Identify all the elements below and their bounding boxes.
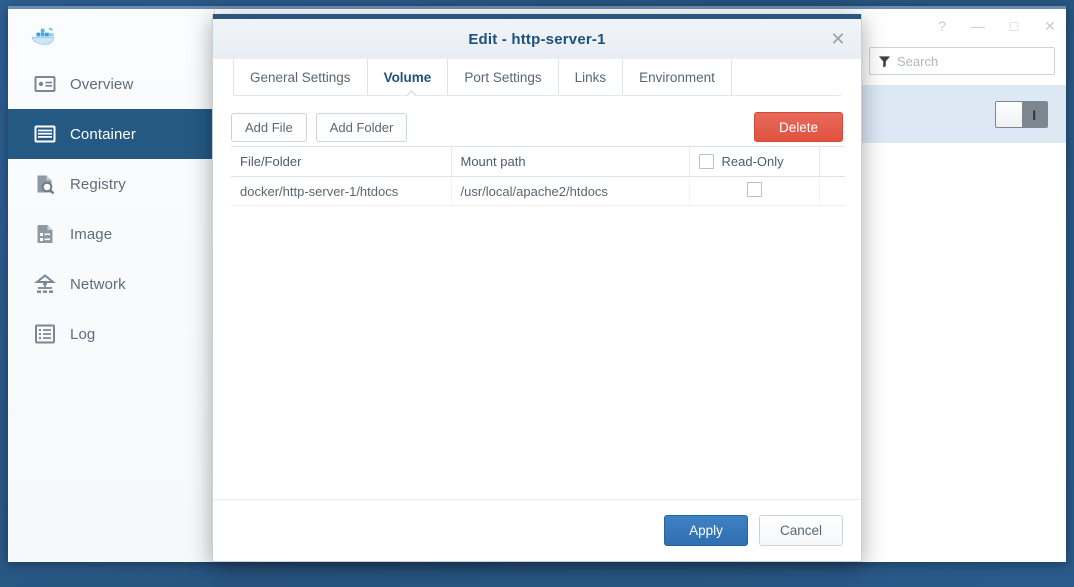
cell-spacer [819,176,845,206]
tab-environment[interactable]: Environment [623,59,732,95]
tab-label: Volume [383,69,432,85]
delete-button[interactable]: Delete [753,112,843,142]
window-controls: ? — □ ✕ [934,18,1058,34]
dialog-tabs: General Settings Volume Port Settings Li… [213,59,861,95]
sidebar-item-overview[interactable]: Overview [8,59,214,109]
tab-label: Links [574,69,607,85]
tab-label: General Settings [250,69,351,85]
overview-icon [34,76,56,92]
volume-table-head: File/Folder Mount path Read-Only [231,146,845,177]
log-icon [35,324,55,344]
cancel-button[interactable]: Cancel [759,515,843,546]
sidebar-item-label: Registry [70,175,126,193]
sidebar-item-container[interactable]: Container [8,109,214,159]
network-icon [34,274,56,293]
sidebar-item-label: Log [70,325,96,343]
volume-table: File/Folder Mount path Read-Only docker/… [231,146,845,206]
read-only-header-checkbox[interactable] [698,154,714,169]
apply-button[interactable]: Apply [664,515,748,546]
sidebar-item-label: Image [70,225,113,243]
sidebar-item-network[interactable]: Network [8,259,214,309]
sidebar-nav-list: Overview Container Registry Image Networ… [8,59,214,359]
sidebar-item-label: Overview [70,75,134,93]
add-file-button[interactable]: Add File [231,112,307,142]
add-folder-button[interactable]: Add Folder [315,112,408,142]
desktop-background: Overview Container Registry Image Networ… [0,0,1074,587]
column-header-mount-path[interactable]: Mount path [451,146,690,177]
tab-label: Environment [639,69,715,85]
filter-funnel-icon [878,55,891,67]
sidebar-item-log[interactable]: Log [8,309,214,359]
cell-mount-path: /usr/local/apache2/htdocs [451,176,690,206]
sidebar-item-label: Container [70,125,136,143]
sidebar: Overview Container Registry Image Networ… [8,9,215,562]
sidebar-item-label: Network [70,275,126,293]
sidebar-item-registry[interactable]: Registry [8,159,214,209]
tab-port-settings[interactable]: Port Settings [448,59,559,95]
column-label: Mount path [460,154,526,169]
search-input[interactable] [897,53,1046,69]
column-label: File/Folder [240,154,302,169]
column-header-file-folder[interactable]: File/Folder [231,146,452,177]
read-only-row-checkbox[interactable] [746,182,762,197]
edit-container-dialog: Edit - http-server-1 ✕ General Settings … [212,14,862,562]
dialog-title: Edit - http-server-1 [468,30,606,48]
tab-links[interactable]: Links [559,59,624,95]
search-box[interactable] [869,47,1055,75]
container-icon [34,125,56,143]
minimize-button[interactable]: — [970,18,986,34]
cell-file-folder: docker/http-server-1/htdocs [231,176,452,206]
docker-whale-icon [31,27,55,45]
image-icon [37,225,53,243]
close-button[interactable]: ✕ [1042,18,1058,34]
sidebar-item-image[interactable]: Image [8,209,214,259]
container-power-toggle[interactable]: I [995,101,1048,128]
help-button[interactable]: ? [934,18,950,34]
volume-action-bar: Add File Add Folder Delete [231,96,843,146]
column-header-read-only[interactable]: Read-Only [689,146,820,177]
maximize-button[interactable]: □ [1006,18,1022,34]
toggle-track: I [1021,102,1047,127]
tab-label: Port Settings [464,69,542,85]
column-label: Read-Only [721,154,784,169]
column-header-spacer [819,146,845,177]
table-header-row: File/Folder Mount path Read-Only [231,146,845,177]
toggle-knob [996,102,1022,127]
dialog-body: Add File Add Folder Delete File/Folder M… [213,96,861,516]
registry-icon [37,175,55,195]
tab-general-settings[interactable]: General Settings [233,59,368,95]
dialog-close-icon[interactable]: ✕ [827,28,849,50]
volume-table-body: docker/http-server-1/htdocs /usr/local/a… [231,176,845,206]
table-row[interactable]: docker/http-server-1/htdocs /usr/local/a… [231,176,845,206]
dialog-titlebar: Edit - http-server-1 ✕ [213,19,861,59]
dialog-footer: Apply Cancel [213,499,861,561]
cell-read-only [689,176,820,206]
